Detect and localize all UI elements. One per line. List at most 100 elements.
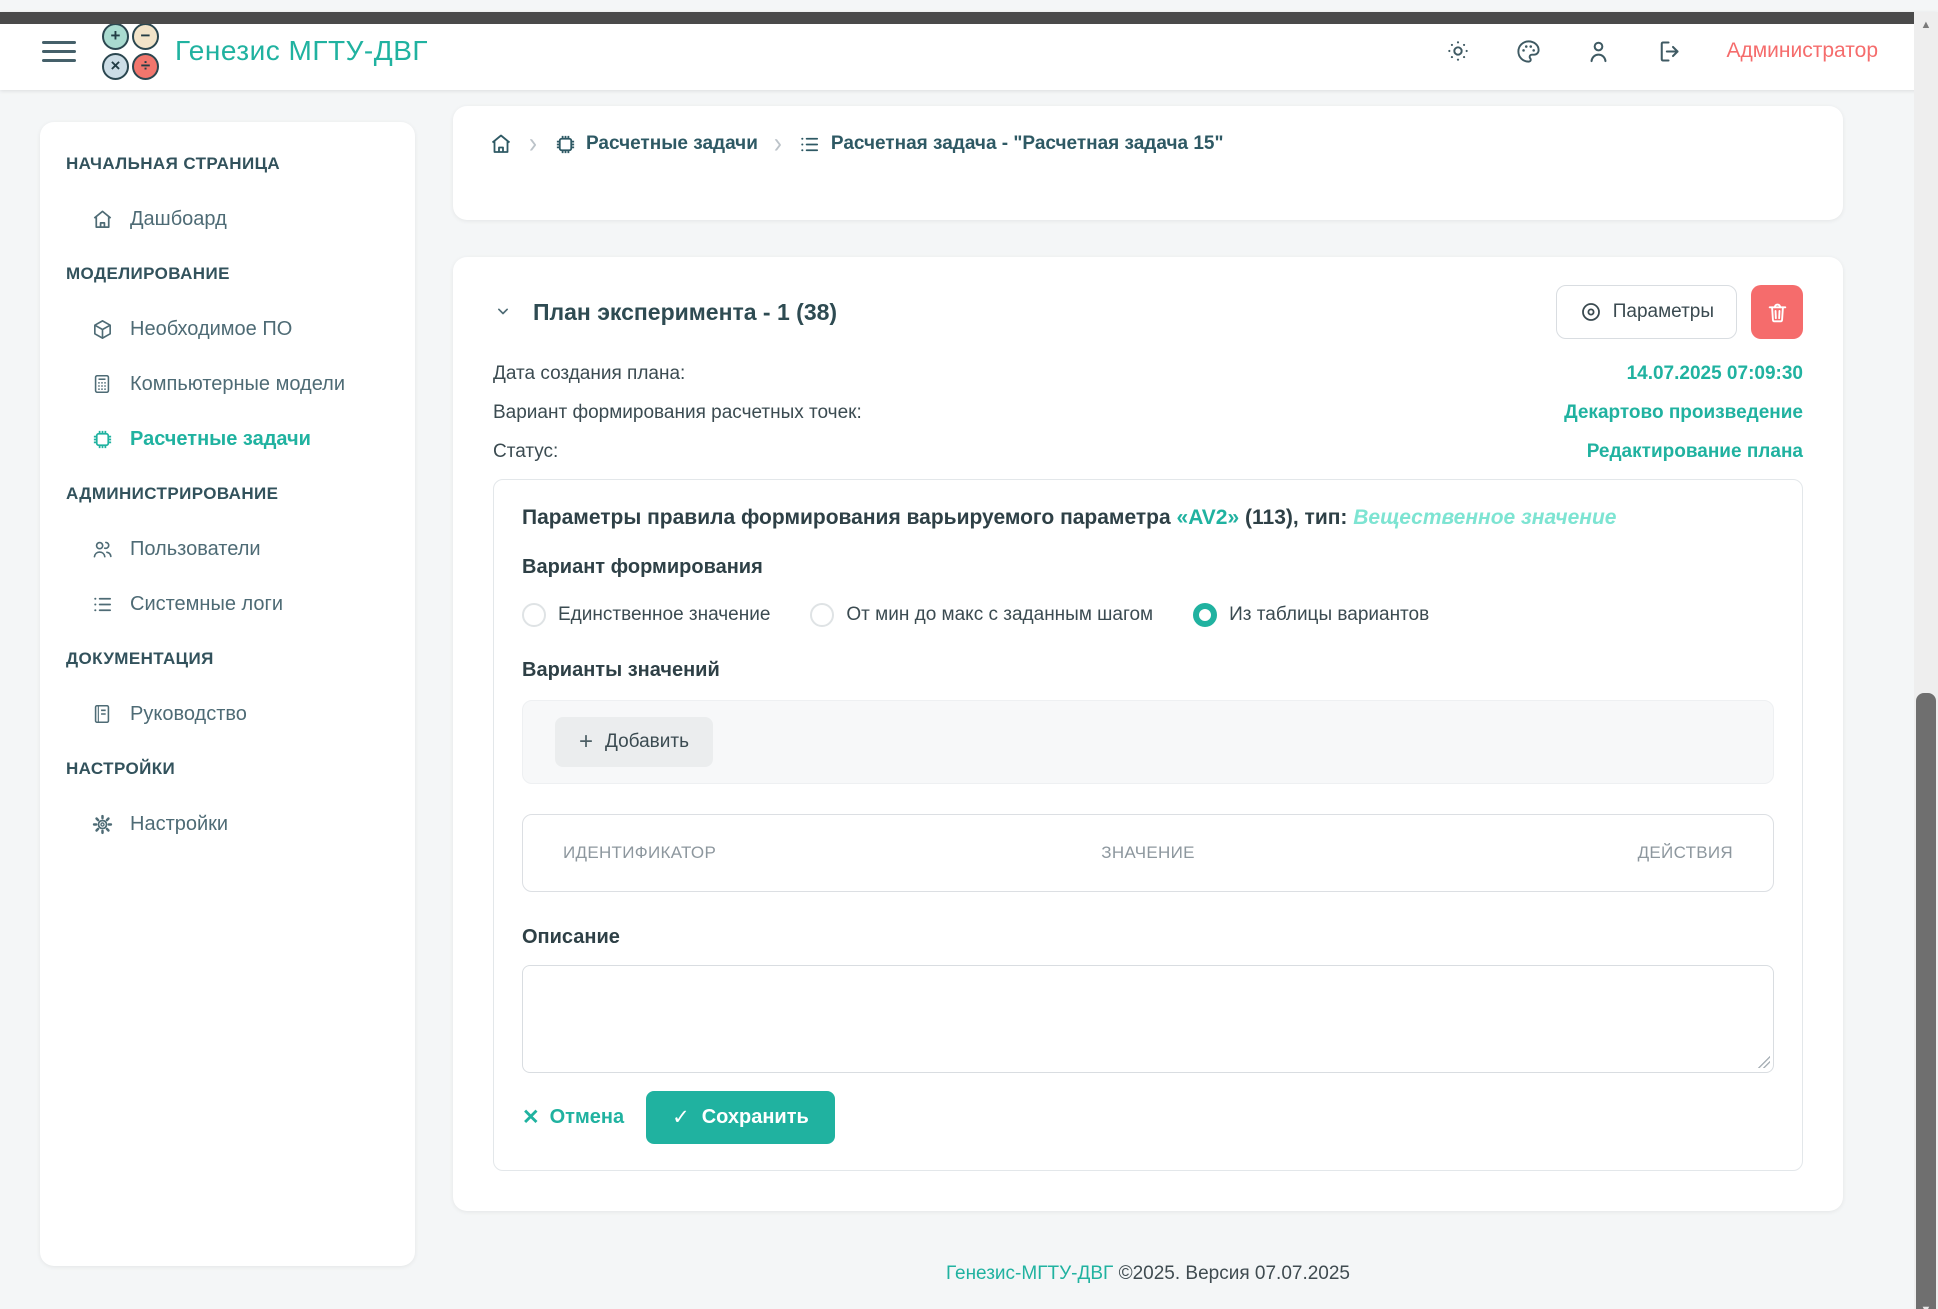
logo-times-icon: × — [102, 52, 129, 80]
gear-icon — [90, 812, 114, 836]
radio-min-max-step[interactable]: От мин до макс с заданным шагом — [810, 603, 1153, 627]
column-header-actions: ДЕЙСТВИЯ — [1637, 843, 1733, 862]
logo-minus-icon: − — [132, 22, 159, 50]
sidebar-item-computational-tasks[interactable]: Расчетные задачи — [66, 427, 389, 451]
sidebar-item-label: Руководство — [130, 702, 247, 725]
app-logo: + − × ÷ — [102, 22, 159, 80]
values-label: Варианты значений — [522, 659, 720, 681]
sidebar-item-label: Необходимое ПО — [130, 317, 293, 340]
vertical-scrollbar[interactable]: ▲ ▼ — [1914, 12, 1938, 1309]
user-icon[interactable] — [1584, 37, 1612, 65]
book-icon — [90, 702, 114, 726]
info-value: 14.07.2025 07:09:30 — [1626, 363, 1803, 384]
variant-radio-group: Единственное значение От мин до макс с з… — [522, 603, 1774, 627]
delete-plan-button[interactable] — [1751, 285, 1803, 339]
breadcrumb-tasks[interactable]: Расчетные задачи — [553, 132, 758, 156]
footer-text: ©2025. Версия 07.07.2025 — [1118, 1263, 1350, 1284]
sidebar-item-label: Пользователи — [130, 537, 261, 560]
rule-title-suffix: (113), тип: — [1245, 506, 1348, 529]
radio-label: От мин до макс с заданным шагом — [846, 604, 1154, 625]
info-value: Декартово произведение — [1564, 402, 1803, 423]
footer: Генезис-МГТУ-ДВГ ©2025. Версия 07.07.202… — [453, 1263, 1843, 1305]
top-scroll-strip — [0, 12, 1914, 24]
sidebar-item-manual[interactable]: Руководство — [66, 702, 389, 726]
column-header-value: ЗНАЧЕНИЕ — [1101, 843, 1195, 862]
info-value: Редактирование плана — [1586, 441, 1803, 462]
logo-plus-icon: + — [102, 22, 129, 50]
description-label: Описание — [522, 926, 620, 948]
plan-title: План эксперимента - 1 (38) — [533, 298, 838, 325]
sidebar-item-computer-models[interactable]: Компьютерные модели — [66, 372, 389, 396]
calculator-icon — [90, 372, 114, 396]
variants-toolbar: + Добавить — [522, 700, 1774, 784]
breadcrumb-label: Расчетные задачи — [586, 133, 758, 154]
scroll-up-icon[interactable]: ▲ — [1914, 14, 1938, 36]
sidebar-item-label: Системные логи — [130, 592, 284, 615]
sidebar-section-modeling: МОДЕЛИРОВАНИЕ — [66, 264, 230, 283]
brightness-icon[interactable] — [1444, 37, 1472, 65]
sidebar-section-administration: АДМИНИСТРИРОВАНИЕ — [66, 484, 279, 503]
logout-icon[interactable] — [1654, 37, 1682, 65]
plus-icon: + — [579, 728, 594, 755]
footer-brand-link[interactable]: Генезис-МГТУ-ДВГ — [946, 1263, 1113, 1284]
logo-divide-icon: ÷ — [132, 52, 159, 80]
sidebar-item-required-software[interactable]: Необходимое ПО — [66, 317, 389, 341]
scroll-down-icon[interactable]: ▼ — [1914, 1299, 1938, 1309]
menu-icon[interactable] — [42, 35, 76, 68]
chip-icon — [553, 132, 577, 156]
list-icon — [798, 132, 822, 156]
sidebar-item-users[interactable]: Пользователи — [66, 537, 389, 561]
users-icon — [90, 537, 114, 561]
breadcrumb-current-task[interactable]: Расчетная задача - "Расчетная задача 15" — [798, 132, 1224, 156]
save-button-label: Сохранить — [701, 1106, 809, 1128]
cube-icon — [90, 317, 114, 341]
radio-single-value[interactable]: Единственное значение — [522, 603, 770, 627]
rule-form: Параметры правила формирования варьируем… — [493, 479, 1803, 1171]
info-row-created: Дата создания плана: 14.07.2025 07:09:30 — [493, 361, 1803, 387]
variant-label: Вариант формирования — [522, 556, 763, 578]
params-button[interactable]: Параметры — [1555, 285, 1737, 339]
rule-form-title: Параметры правила формирования варьируем… — [522, 506, 1774, 530]
x-icon: ✕ — [522, 1106, 540, 1129]
column-header-identifier: ИДЕНТИФИКАТОР — [563, 843, 717, 862]
logs-list-icon — [90, 592, 114, 616]
app-title: Генезис МГТУ-ДВГ — [175, 35, 429, 66]
sidebar-item-system-logs[interactable]: Системные логи — [66, 592, 389, 616]
home-icon — [489, 132, 513, 156]
sidebar: НАЧАЛЬНАЯ СТРАНИЦА Дашбоард МОДЕЛИРОВАНИ… — [40, 122, 415, 1266]
description-textarea[interactable] — [522, 965, 1774, 1073]
chevron-right-icon: › — [773, 127, 782, 160]
sidebar-section-home: НАЧАЛЬНАЯ СТРАНИЦА — [66, 154, 281, 173]
info-row-status: Статус: Редактирование плана — [493, 439, 1803, 465]
breadcrumb-home[interactable] — [489, 132, 513, 156]
collapse-chevron-icon[interactable] — [493, 301, 515, 323]
radio-circle-icon — [522, 603, 546, 627]
add-variant-button[interactable]: + Добавить — [555, 717, 713, 767]
sidebar-section-settings: НАСТРОЙКИ — [66, 759, 176, 778]
info-label: Статус: — [493, 441, 559, 462]
home-icon — [90, 207, 114, 231]
param-type: Вещественное значение — [1353, 506, 1617, 529]
user-role-label[interactable]: Администратор — [1726, 39, 1878, 63]
radio-label: Из таблицы вариантов — [1229, 604, 1430, 625]
vertical-scrollbar-thumb[interactable] — [1916, 692, 1936, 1309]
sidebar-item-dashboard[interactable]: Дашбоард — [66, 207, 389, 231]
radio-circle-selected-icon — [1193, 603, 1218, 627]
chip-icon — [90, 427, 114, 451]
save-button[interactable]: ✓ Сохранить — [646, 1091, 835, 1144]
breadcrumb: › Расчетные задачи › Расчетная задача - … — [489, 127, 1807, 160]
chevron-right-icon: › — [529, 127, 537, 160]
sidebar-item-label: Дашбоард — [130, 207, 227, 230]
cancel-button[interactable]: ✕ Отмена — [522, 1105, 624, 1130]
info-label: Дата создания плана: — [493, 363, 686, 384]
sidebar-item-label: Расчетные задачи — [130, 427, 311, 450]
add-button-label: Добавить — [605, 731, 689, 752]
sidebar-section-documentation: ДОКУМЕНТАЦИЯ — [66, 649, 214, 668]
sidebar-item-settings[interactable]: Настройки — [66, 812, 389, 836]
theme-palette-icon[interactable] — [1514, 37, 1542, 65]
sidebar-item-label: Компьютерные модели — [130, 372, 346, 395]
variants-table-header: ИДЕНТИФИКАТОР ЗНАЧЕНИЕ ДЕЙСТВИЯ — [522, 814, 1774, 892]
radio-variants-table[interactable]: Из таблицы вариантов — [1193, 603, 1429, 627]
param-code: «AV2» — [1176, 506, 1240, 529]
breadcrumb-label: Расчетная задача - "Расчетная задача 15" — [830, 133, 1224, 154]
